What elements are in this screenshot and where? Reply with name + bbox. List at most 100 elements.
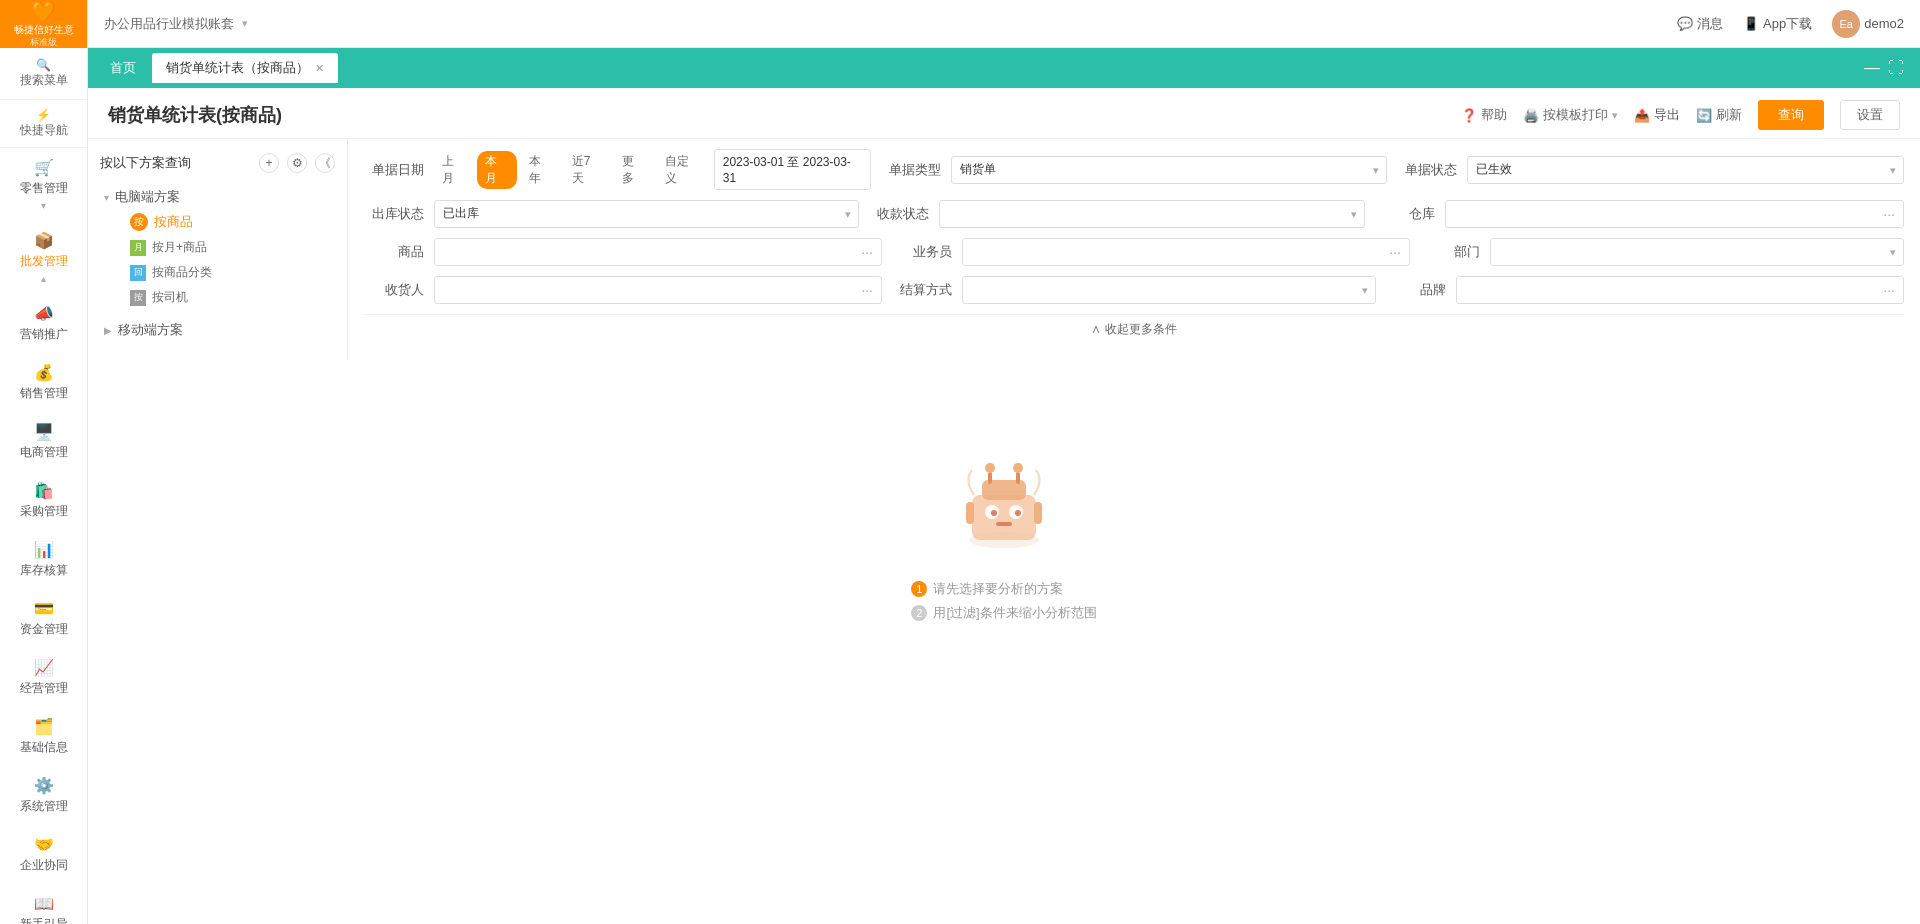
sidebar-item-wholesale[interactable]: 📦 批发管理 ▴	[0, 221, 87, 294]
doc-status-select[interactable]: 已生效	[1467, 156, 1904, 184]
date-tab-this-month[interactable]: 本月	[477, 151, 516, 189]
scheme-tree: ▾ 电脑端方案 按 按商品 月 按月+商品	[88, 177, 347, 350]
doc-type-wrapper: 销货单	[951, 156, 1388, 184]
empty-icon	[944, 440, 1064, 560]
tab-maximize-btn[interactable]: ⛶	[1888, 59, 1904, 77]
header-actions: 💬 消息 📱 App下载 Ea demo2	[1677, 10, 1904, 38]
page-actions: ❓ 帮助 🖨️ 按模板打印 ▾ 📤 导出 🔄 刷新 查询 设置	[1461, 100, 1900, 130]
tab-close-icon[interactable]: ✕	[315, 62, 324, 75]
sidebar-item-enterprise[interactable]: 🤝 企业协同	[0, 825, 87, 884]
scheme-settings-btn[interactable]: ⚙	[287, 153, 307, 173]
scheme-item-category-icon: 回	[130, 265, 146, 281]
tab-bar-actions: — ⛶	[1864, 59, 1912, 77]
user-avatar[interactable]: Ea demo2	[1832, 10, 1904, 38]
scheme-collapse-btn[interactable]: 《	[315, 153, 335, 173]
scheme-add-btn[interactable]: +	[259, 153, 279, 173]
desktop-group: ▾ 电脑端方案 按 按商品 月 按月+商品	[88, 181, 347, 314]
sidebar-item-sales[interactable]: 💰 销售管理	[0, 353, 87, 412]
tab-home[interactable]: 首页	[96, 53, 150, 83]
date-control: 上月 本月 本年 近7天 更多 自定义 2023-03-01 至 2023-03…	[434, 149, 871, 190]
refresh-btn[interactable]: 🔄 刷新	[1696, 106, 1742, 124]
scheme-header: 按以下方案查询 + ⚙ 《	[88, 149, 347, 177]
warehouse-dots-icon: ···	[1883, 206, 1895, 222]
doc-type-select[interactable]: 销货单	[951, 156, 1388, 184]
sidebar-item-guide[interactable]: 📖 新手引导	[0, 884, 87, 924]
product-label: 商品	[364, 243, 424, 261]
svg-point-5	[991, 510, 997, 516]
refresh-icon: 🔄	[1696, 108, 1712, 123]
product-input[interactable]: ···	[434, 238, 882, 266]
app-sub: 标准版	[30, 36, 57, 49]
filter-row-4: 收货人 ··· 结算方式 品牌 ···	[364, 276, 1904, 304]
scheme-panel: 按以下方案查询 + ⚙ 《 ▾ 电脑端方案 按 按商品	[88, 139, 348, 360]
print-icon: 🖨️	[1523, 108, 1539, 123]
date-tab-custom[interactable]: 自定义	[657, 151, 708, 189]
sidebar-item-inventory[interactable]: 📊 库存核算	[0, 530, 87, 589]
message-icon: 💬	[1677, 16, 1693, 31]
industry-dropdown-icon: ▾	[242, 17, 248, 30]
date-tab-more[interactable]: 更多	[614, 151, 653, 189]
svg-rect-10	[988, 472, 992, 484]
empty-tip-1: 1 请先选择要分析的方案	[911, 580, 1096, 598]
scheme-item-by-month[interactable]: 月 按月+商品	[124, 235, 335, 260]
print-btn[interactable]: 🖨️ 按模板打印 ▾	[1523, 106, 1618, 124]
scheme-items: 按 按商品 月 按月+商品 回 按商品分类	[104, 209, 335, 310]
export-icon: 📤	[1634, 108, 1650, 123]
filter-panel: 单据日期 上月 本月 本年 近7天 更多 自定义 2023-03-01 至 20…	[348, 139, 1920, 360]
help-icon: ❓	[1461, 108, 1477, 123]
dept-select[interactable]	[1490, 238, 1904, 266]
tab-minimize-btn[interactable]: —	[1864, 59, 1880, 77]
search-menu[interactable]: 🔍 搜索菜单	[0, 48, 87, 100]
date-tab-this-year[interactable]: 本年	[521, 151, 560, 189]
sidebar-item-operation[interactable]: 📈 经营管理	[0, 648, 87, 707]
sidebar-item-purchase[interactable]: 🛍️ 采购管理	[0, 471, 87, 530]
industry-selector[interactable]: 办公用品行业模拟账套 ▾	[104, 15, 248, 33]
desktop-group-title[interactable]: ▾ 电脑端方案	[104, 185, 335, 209]
storage-status-wrapper: 已出库	[434, 200, 859, 228]
sidebar-item-system[interactable]: ⚙️ 系统管理	[0, 766, 87, 825]
svg-point-6	[1015, 510, 1021, 516]
mobile-group-title[interactable]: ▶ 移动端方案	[104, 318, 335, 342]
quick-nav[interactable]: ⚡ 快捷导航	[0, 100, 87, 148]
date-tab-7days[interactable]: 近7天	[564, 151, 610, 189]
brand-input[interactable]: ···	[1456, 276, 1904, 304]
collapse-bar[interactable]: ∧ 收起更多条件	[364, 314, 1904, 344]
sidebar-item-retail[interactable]: 🛒 零售管理 ▾	[0, 148, 87, 221]
message-btn[interactable]: 💬 消息	[1677, 15, 1723, 33]
export-btn[interactable]: 📤 导出	[1634, 106, 1680, 124]
date-tab-last-month[interactable]: 上月	[434, 151, 473, 189]
storage-status-select[interactable]: 已出库	[434, 200, 859, 228]
app-download-btn[interactable]: 📱 App下载	[1743, 15, 1812, 33]
warehouse-input[interactable]: ···	[1445, 200, 1904, 228]
date-label: 单据日期	[364, 161, 424, 179]
scheme-item-by-product[interactable]: 按 按商品	[124, 209, 335, 235]
scheme-item-by-cashier[interactable]: 按 按司机	[124, 285, 335, 310]
sidebar-item-marketing[interactable]: 📣 营销推广	[0, 294, 87, 353]
filter-row-1: 单据日期 上月 本月 本年 近7天 更多 自定义 2023-03-01 至 20…	[364, 149, 1904, 190]
scheme-item-by-category[interactable]: 回 按商品分类	[124, 260, 335, 285]
sidebar-item-ecommerce[interactable]: 🖥️ 电商管理	[0, 412, 87, 471]
recipient-input[interactable]: ···	[434, 276, 882, 304]
product-dots-icon: ···	[861, 244, 873, 260]
staff-input[interactable]: ···	[962, 238, 1410, 266]
collection-status-wrapper	[939, 200, 1364, 228]
storage-status-label: 出库状态	[364, 205, 424, 223]
sidebar-item-basic[interactable]: 🗂️ 基础信息	[0, 707, 87, 766]
payment-label: 结算方式	[892, 281, 952, 299]
svg-rect-1	[972, 495, 1036, 540]
collection-status-select[interactable]	[939, 200, 1364, 228]
svg-rect-7	[996, 522, 1012, 526]
svg-rect-9	[1034, 502, 1042, 524]
content-area: 销货单统计表(按商品) ❓ 帮助 🖨️ 按模板打印 ▾ 📤 导出 🔄 刷新	[88, 88, 1920, 924]
payment-select[interactable]	[962, 276, 1376, 304]
date-range-input[interactable]: 2023-03-01 至 2023-03-31	[714, 149, 871, 190]
sidebar-item-finance[interactable]: 💳 资金管理	[0, 589, 87, 648]
help-btn[interactable]: ❓ 帮助	[1461, 106, 1507, 124]
query-button[interactable]: 查询	[1758, 100, 1824, 130]
mobile-group: ▶ 移动端方案	[88, 314, 347, 346]
nav-menu: 🛒 零售管理 ▾ 📦 批发管理 ▴ 📣 营销推广 💰 销售管理 🖥️ 电商管理 …	[0, 148, 87, 924]
settings-button[interactable]: 设置	[1840, 100, 1900, 130]
scheme-item-month-icon: 月	[130, 240, 146, 256]
staff-label: 业务员	[892, 243, 952, 261]
tab-sales-stat[interactable]: 销货单统计表（按商品） ✕	[152, 53, 338, 83]
